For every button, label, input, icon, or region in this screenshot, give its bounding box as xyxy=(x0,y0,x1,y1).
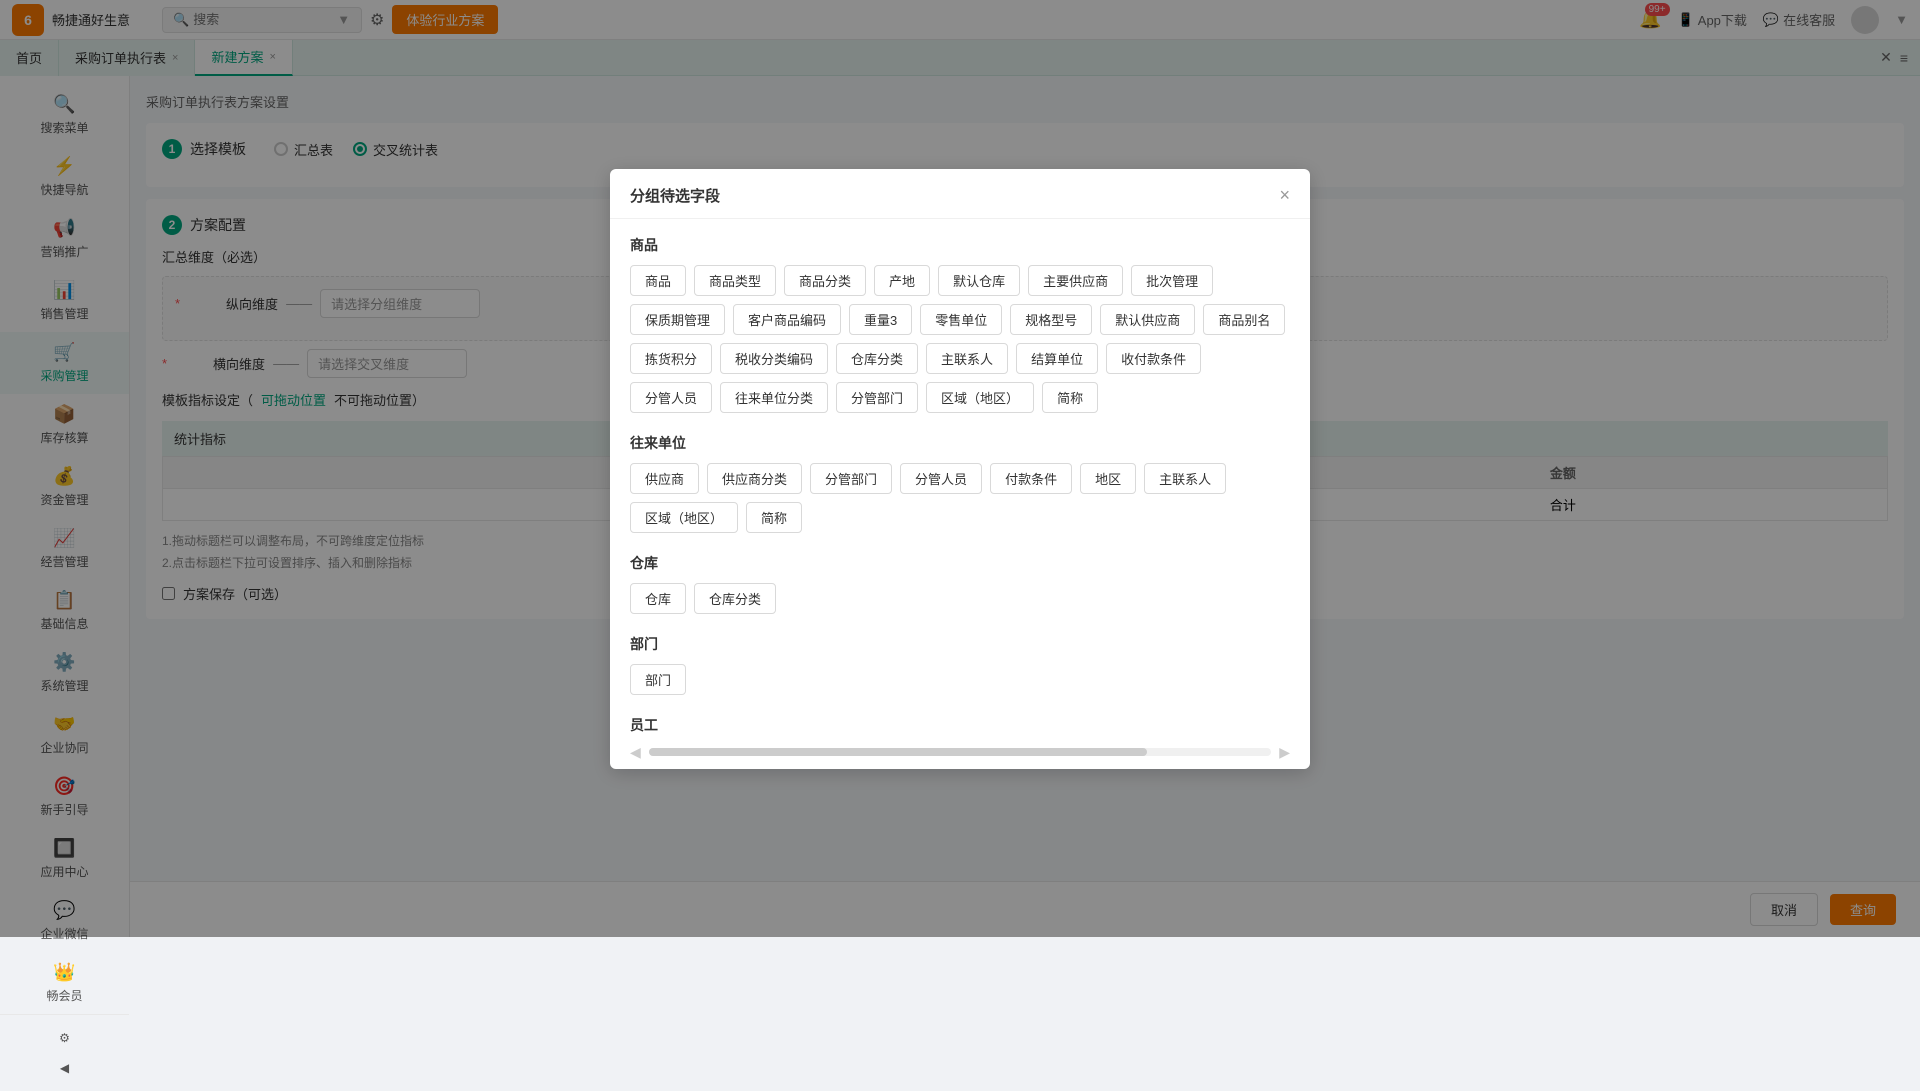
field-group-dept-title: 部门 xyxy=(630,634,1290,654)
hscrollbar-track[interactable] xyxy=(649,748,1271,756)
chip-manage-dept2[interactable]: 分管部门 xyxy=(810,463,892,494)
sidebar-settings[interactable]: ⚙ xyxy=(0,1023,129,1053)
chip-main-supplier[interactable]: 主要供应商 xyxy=(1028,265,1123,296)
chip-warehouse-cat[interactable]: 仓库分类 xyxy=(694,583,776,614)
chip-product-alias[interactable]: 商品别名 xyxy=(1203,304,1285,335)
chip-manage-dept[interactable]: 分管部门 xyxy=(836,382,918,413)
chip-supervisor[interactable]: 分管人员 xyxy=(630,382,712,413)
chip-supplier[interactable]: 供应商 xyxy=(630,463,699,494)
chip-spec-model[interactable]: 规格型号 xyxy=(1010,304,1092,335)
field-group-partner-title: 往来单位 xyxy=(630,433,1290,453)
chip-shelf-life[interactable]: 保质期管理 xyxy=(630,304,725,335)
chip-settlement-unit[interactable]: 结算单位 xyxy=(1016,343,1098,374)
field-group-warehouse-title: 仓库 xyxy=(630,553,1290,573)
chip-warehouse-category[interactable]: 仓库分类 xyxy=(836,343,918,374)
field-group-warehouse: 仓库 仓库 仓库分类 xyxy=(630,553,1290,614)
chip-batch-mgmt[interactable]: 批次管理 xyxy=(1131,265,1213,296)
chip-pick-score[interactable]: 拣货积分 xyxy=(630,343,712,374)
modal-body: 商品 商品 商品类型 商品分类 产地 默认仓库 主要供应商 批次管理 保质期管理… xyxy=(610,219,1310,740)
chip-weight3[interactable]: 重量3 xyxy=(849,304,912,335)
partner-chips: 供应商 供应商分类 分管部门 分管人员 付款条件 地区 主联系人 区域（地区） … xyxy=(630,463,1290,533)
chip-area[interactable]: 地区 xyxy=(1080,463,1136,494)
collapse-icon: ◀ xyxy=(60,1061,69,1075)
warehouse-chips: 仓库 仓库分类 xyxy=(630,583,1290,614)
product-chips: 商品 商品类型 商品分类 产地 默认仓库 主要供应商 批次管理 保质期管理 客户… xyxy=(630,265,1290,413)
dept-chips: 部门 xyxy=(630,664,1290,695)
crown-icon: 👑 xyxy=(53,962,75,983)
chip-customer-code[interactable]: 客户商品编码 xyxy=(733,304,841,335)
field-group-partner: 往来单位 供应商 供应商分类 分管部门 分管人员 付款条件 地区 主联系人 区域… xyxy=(630,433,1290,533)
sidebar-collapse[interactable]: ◀ xyxy=(0,1053,129,1083)
sidebar-bottom: ⚙ ◀ xyxy=(0,1014,129,1091)
sidebar-item-member[interactable]: 👑 畅会员 xyxy=(0,952,129,1014)
field-group-staff: 员工 业务员 xyxy=(630,715,1290,740)
chip-short-name2[interactable]: 简称 xyxy=(746,502,802,533)
hscrollbar-thumb xyxy=(649,748,1147,756)
chip-supplier-category[interactable]: 供应商分类 xyxy=(707,463,802,494)
chip-manage-person2[interactable]: 分管人员 xyxy=(900,463,982,494)
chip-retail-unit[interactable]: 零售单位 xyxy=(920,304,1002,335)
chip-payment-cond[interactable]: 付款条件 xyxy=(990,463,1072,494)
scroll-left-arrow[interactable]: ◀ xyxy=(630,744,641,761)
chip-region[interactable]: 区域（地区） xyxy=(926,382,1034,413)
field-group-dept: 部门 部门 xyxy=(630,634,1290,695)
field-group-product: 商品 商品 商品类型 商品分类 产地 默认仓库 主要供应商 批次管理 保质期管理… xyxy=(630,235,1290,413)
chip-product[interactable]: 商品 xyxy=(630,265,686,296)
chip-region2[interactable]: 区域（地区） xyxy=(630,502,738,533)
chip-warehouse[interactable]: 仓库 xyxy=(630,583,686,614)
modal-overlay: 分组待选字段 × 商品 商品 商品类型 商品分类 产地 默认仓库 主要供应商 批… xyxy=(0,0,1920,937)
field-group-product-title: 商品 xyxy=(630,235,1290,255)
chip-tax-code[interactable]: 税收分类编码 xyxy=(720,343,828,374)
chip-product-category[interactable]: 商品分类 xyxy=(784,265,866,296)
modal-close-button[interactable]: × xyxy=(1279,185,1290,206)
modal-dialog: 分组待选字段 × 商品 商品 商品类型 商品分类 产地 默认仓库 主要供应商 批… xyxy=(610,169,1310,769)
modal-hscrollbar-area: ◀ ▶ xyxy=(610,740,1310,769)
field-group-staff-title: 员工 xyxy=(630,715,1290,735)
scroll-right-arrow[interactable]: ▶ xyxy=(1279,744,1290,761)
chip-default-warehouse[interactable]: 默认仓库 xyxy=(938,265,1020,296)
modal-title: 分组待选字段 xyxy=(630,185,720,206)
settings-bottom-icon: ⚙ xyxy=(59,1031,70,1045)
chip-dept[interactable]: 部门 xyxy=(630,664,686,695)
chip-payment-terms[interactable]: 收付款条件 xyxy=(1106,343,1201,374)
chip-main-contact[interactable]: 主联系人 xyxy=(926,343,1008,374)
chip-short-name[interactable]: 简称 xyxy=(1042,382,1098,413)
chip-unit-category[interactable]: 往来单位分类 xyxy=(720,382,828,413)
chip-product-type[interactable]: 商品类型 xyxy=(694,265,776,296)
chip-default-supplier[interactable]: 默认供应商 xyxy=(1100,304,1195,335)
chip-origin[interactable]: 产地 xyxy=(874,265,930,296)
modal-header: 分组待选字段 × xyxy=(610,169,1310,219)
chip-main-contact2[interactable]: 主联系人 xyxy=(1144,463,1226,494)
